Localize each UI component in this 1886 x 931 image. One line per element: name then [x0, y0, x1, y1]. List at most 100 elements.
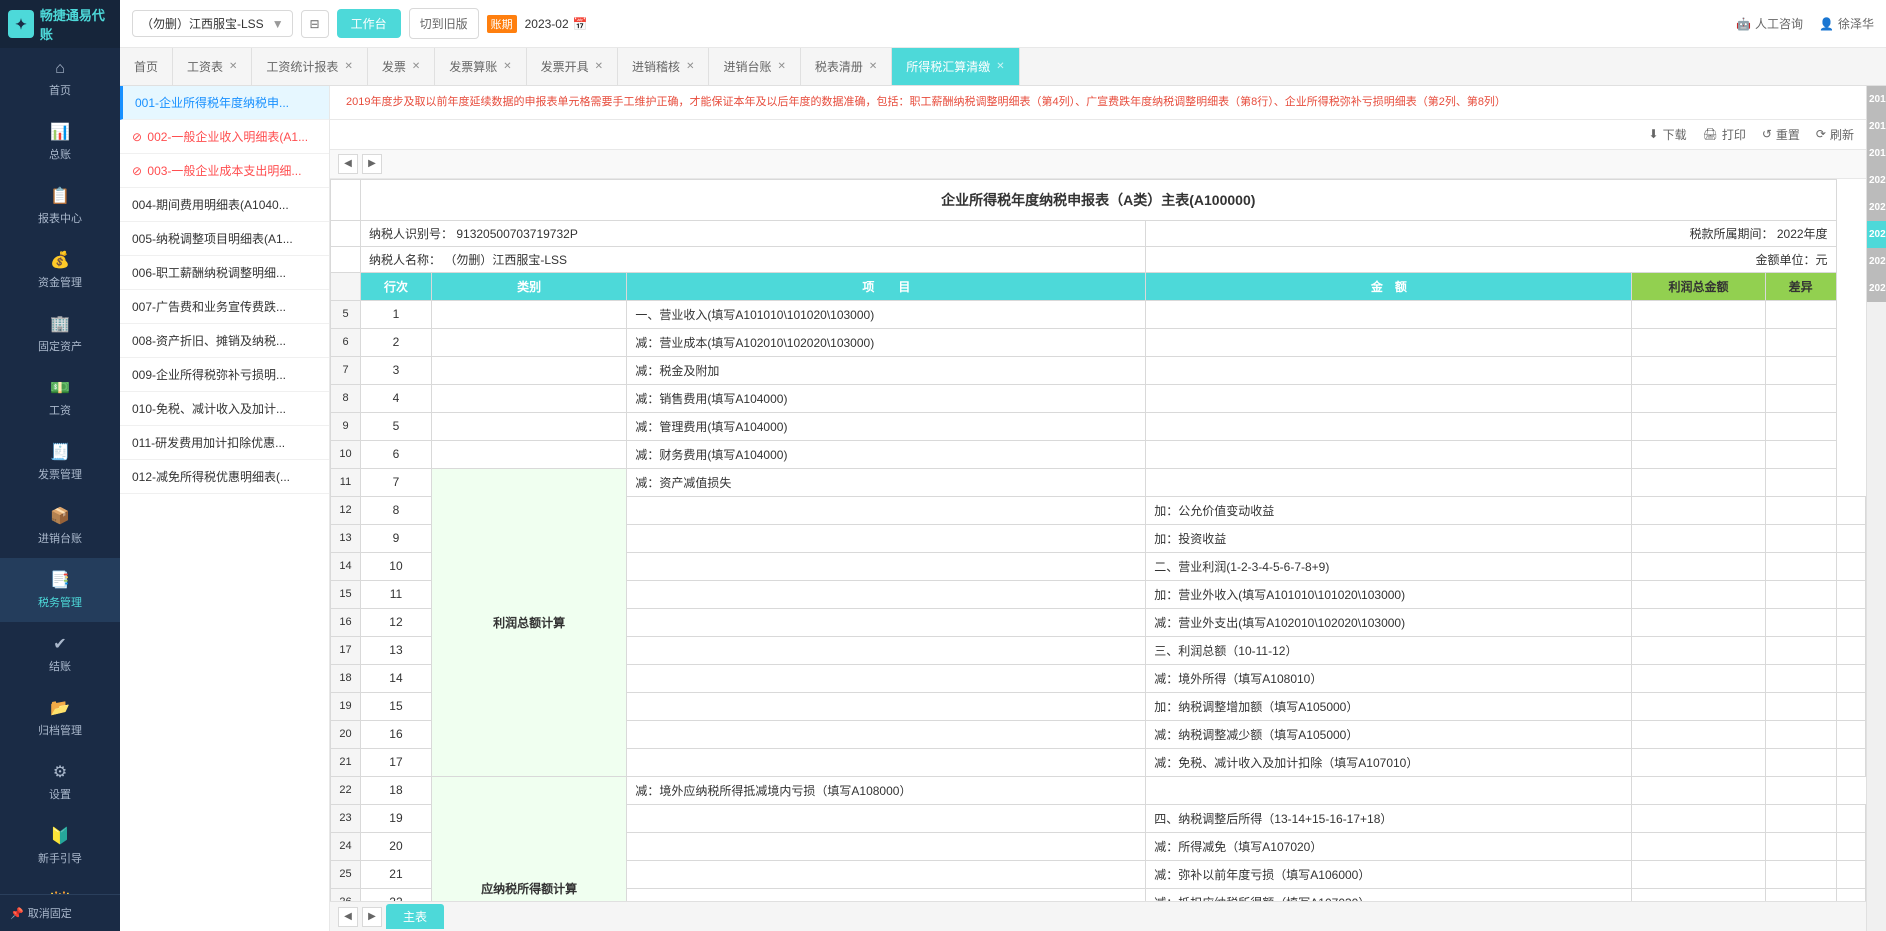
- year-indicator-2021[interactable]: 2021: [1867, 194, 1886, 221]
- row-profit[interactable]: [1632, 440, 1765, 468]
- year-indicator-2019[interactable]: 2019: [1867, 86, 1886, 113]
- workbench-button[interactable]: 工作台: [337, 9, 401, 38]
- tab-close-tax_clear[interactable]: ✕: [869, 61, 877, 72]
- row-amount[interactable]: [1632, 832, 1765, 860]
- copy-icon-btn[interactable]: ⊟: [301, 10, 329, 38]
- row-diff[interactable]: [1836, 636, 1865, 664]
- left-panel-item-003[interactable]: ⊘ 003-一般企业成本支出明细...: [120, 154, 329, 188]
- row-diff[interactable]: [1836, 888, 1865, 901]
- bottom-tab-prev[interactable]: ◀: [338, 907, 358, 927]
- tab-close-sales_check[interactable]: ✕: [686, 61, 694, 72]
- left-panel-item-005[interactable]: 005-纳税调整项目明细表(A1...: [120, 222, 329, 256]
- row-amount[interactable]: [1632, 636, 1765, 664]
- row-amount[interactable]: [1632, 664, 1765, 692]
- row-profit[interactable]: [1632, 776, 1765, 804]
- row-diff[interactable]: [1836, 832, 1865, 860]
- tab-sales_check[interactable]: 进销稽核✕: [618, 48, 709, 86]
- row-diff[interactable]: [1836, 608, 1865, 636]
- row-diff[interactable]: [1836, 692, 1865, 720]
- left-panel-item-007[interactable]: 007-广告费和业务宣传费跌...: [120, 290, 329, 324]
- row-profit[interactable]: [1632, 356, 1765, 384]
- row-profit[interactable]: [1632, 412, 1765, 440]
- row-amount[interactable]: [1632, 804, 1765, 832]
- row-profit[interactable]: [1765, 692, 1836, 720]
- year-indicator-2018[interactable]: 2018: [1867, 140, 1886, 167]
- left-panel-item-002[interactable]: ⊘ 002-一般企业收入明细表(A1...: [120, 120, 329, 154]
- sidebar-item-guide[interactable]: 🔰新手引导: [0, 814, 120, 878]
- left-panel-item-006[interactable]: 006-职工薪酬纳税调整明细...: [120, 256, 329, 290]
- sidebar-item-home[interactable]: ⌂首页: [0, 48, 120, 110]
- row-diff[interactable]: [1836, 720, 1865, 748]
- row-profit[interactable]: [1765, 524, 1836, 552]
- row-diff[interactable]: [1836, 804, 1865, 832]
- row-diff[interactable]: [1836, 496, 1865, 524]
- tab-close-sales_ledger[interactable]: ✕: [777, 61, 785, 72]
- row-profit[interactable]: [1765, 832, 1836, 860]
- row-diff[interactable]: [1765, 468, 1836, 496]
- row-amount[interactable]: [1146, 300, 1632, 328]
- company-selector[interactable]: （勿删）江西服宝-LSS ▼: [132, 10, 293, 37]
- row-amount[interactable]: [1632, 552, 1765, 580]
- row-profit[interactable]: [1765, 636, 1836, 664]
- row-amount[interactable]: [1632, 608, 1765, 636]
- row-amount[interactable]: [1632, 720, 1765, 748]
- sidebar-item-settle[interactable]: ✔结账: [0, 622, 120, 686]
- sidebar-item-report[interactable]: 📋报表中心: [0, 174, 120, 238]
- row-diff[interactable]: [1765, 300, 1836, 328]
- row-amount[interactable]: [1146, 328, 1632, 356]
- row-profit[interactable]: [1765, 664, 1836, 692]
- tab-tax_clear[interactable]: 税表清册✕: [801, 48, 892, 86]
- tab-close-invoice_calc[interactable]: ✕: [503, 61, 511, 72]
- tab-close-invoice_mgr[interactable]: ✕: [412, 61, 420, 72]
- left-panel-item-004[interactable]: 004-期间费用明细表(A1040...: [120, 188, 329, 222]
- sidebar-item-ledger[interactable]: 📊总账: [0, 110, 120, 174]
- row-amount[interactable]: [1632, 692, 1765, 720]
- left-panel-item-010[interactable]: 010-免税、减计收入及加计...: [120, 392, 329, 426]
- row-diff[interactable]: [1836, 524, 1865, 552]
- table-scroll[interactable]: 企业所得税年度纳税申报表（A类）主表(A100000) 纳税人识别号： 9132…: [330, 179, 1866, 902]
- row-diff[interactable]: [1765, 412, 1836, 440]
- sidebar-item-invoice[interactable]: 🧾发票管理: [0, 430, 120, 494]
- tab-close-invoice_open[interactable]: ✕: [595, 61, 603, 72]
- reset-btn[interactable]: ↺ 重置: [1762, 126, 1800, 143]
- row-amount[interactable]: [1632, 748, 1765, 776]
- row-profit[interactable]: [1632, 384, 1765, 412]
- sidebar-item-sales[interactable]: 📦进销台账: [0, 494, 120, 558]
- row-profit[interactable]: [1765, 804, 1836, 832]
- download-btn[interactable]: ⬇ 下载: [1649, 126, 1687, 143]
- row-amount[interactable]: [1632, 580, 1765, 608]
- row-diff[interactable]: [1836, 860, 1865, 888]
- sidebar-item-tax[interactable]: 📑税务管理: [0, 558, 120, 622]
- tab-home[interactable]: 首页: [120, 48, 173, 86]
- row-profit[interactable]: [1765, 748, 1836, 776]
- row-amount[interactable]: [1146, 776, 1632, 804]
- nav-prev-btn[interactable]: ◀: [338, 154, 358, 174]
- row-diff[interactable]: [1765, 384, 1836, 412]
- sidebar-item-archive[interactable]: 📂归档管理: [0, 686, 120, 750]
- tab-invoice_mgr[interactable]: 发票✕: [368, 48, 435, 86]
- left-panel-item-008[interactable]: 008-资产折旧、摊销及纳税...: [120, 324, 329, 358]
- row-amount[interactable]: [1632, 524, 1765, 552]
- year-indicator-2023[interactable]: 2023: [1867, 248, 1886, 275]
- tab-income_tax[interactable]: 所得税汇算清缴✕: [892, 48, 1019, 86]
- row-profit[interactable]: [1765, 552, 1836, 580]
- row-diff[interactable]: [1765, 328, 1836, 356]
- tab-salary[interactable]: 工资表✕: [173, 48, 252, 86]
- sidebar-item-member[interactable]: 👑畅会员: [0, 878, 120, 894]
- row-diff[interactable]: [1765, 440, 1836, 468]
- bottom-tab-main[interactable]: 主表: [386, 904, 444, 929]
- row-amount[interactable]: [1146, 384, 1632, 412]
- print-btn[interactable]: 🖨 打印: [1703, 126, 1746, 143]
- refresh-btn[interactable]: ⟳ 刷新: [1816, 126, 1854, 143]
- row-amount[interactable]: [1632, 496, 1765, 524]
- row-profit[interactable]: [1765, 496, 1836, 524]
- left-panel-item-012[interactable]: 012-减免所得税优惠明细表(...: [120, 460, 329, 494]
- sidebar-item-assets[interactable]: 🏢固定资产: [0, 302, 120, 366]
- tab-close-salary[interactable]: ✕: [229, 61, 237, 72]
- row-diff[interactable]: [1836, 552, 1865, 580]
- tab-close-salary_stat[interactable]: ✕: [344, 61, 352, 72]
- row-diff[interactable]: [1836, 664, 1865, 692]
- year-indicator-2022[interactable]: 2022: [1867, 221, 1886, 248]
- tab-invoice_calc[interactable]: 发票算账✕: [435, 48, 526, 86]
- tab-close-income_tax[interactable]: ✕: [996, 61, 1004, 72]
